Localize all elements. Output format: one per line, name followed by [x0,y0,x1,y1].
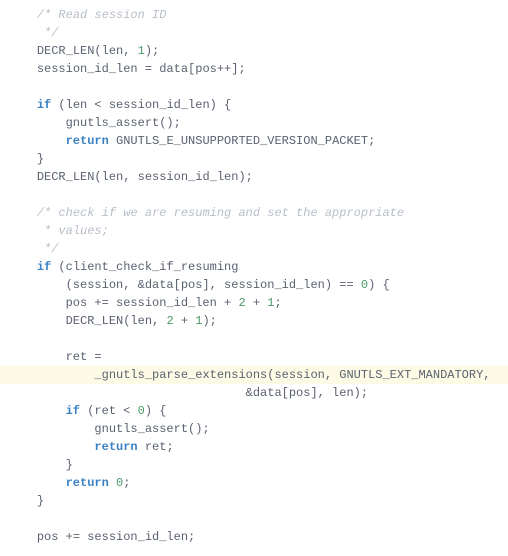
code-token [109,476,116,490]
code-token: (session, &data[pos], session_id_len) == [66,278,361,292]
code-token: if [66,404,80,418]
code-line: session_id_len = data[pos++]; [0,60,508,78]
code-token: } [37,494,44,508]
code-token: 0 [138,404,145,418]
code-line: */ [0,240,508,258]
code-token: if [37,98,51,112]
code-token: ret; [138,440,174,454]
code-token: pos += session_id_len + [66,296,239,310]
code-token: if [37,260,51,274]
code-line: DECR_LEN(len, 2 + 1); [0,312,508,330]
code-token: DECR_LEN(len, [37,44,138,58]
code-token: &data[pos], len); [238,386,368,400]
code-token: 2 [166,314,173,328]
code-token: ret = [66,350,102,364]
code-line [0,330,508,348]
code-line: return ret; [0,438,508,456]
code-block: /* Read session ID */ DECR_LEN(len, 1); … [0,0,508,556]
code-line: if (ret < 0) { [0,402,508,420]
code-token: } [37,152,44,166]
code-token: ); [202,314,216,328]
code-token: + [246,296,268,310]
code-token: _gnutls_parse_extensions(session, GNUTLS… [94,368,490,382]
code-token: /* Read session ID [37,8,167,22]
code-token: /* check if we are resuming and set the … [37,206,404,220]
code-line [0,78,508,96]
code-token: gnutls_assert(); [66,116,181,130]
code-token: 0 [361,278,368,292]
code-token: ); [145,44,159,58]
code-line: if (client_check_if_resuming [0,258,508,276]
code-line: */ [0,24,508,42]
code-line: pos += session_id_len; [0,528,508,546]
code-line [0,186,508,204]
code-line: /* Read session ID [0,6,508,24]
code-token: pos += session_id_len; [37,530,195,544]
code-line: ret = [0,348,508,366]
code-line: &data[pos], len); [0,384,508,402]
code-line: gnutls_assert(); [0,420,508,438]
code-token: DECR_LEN(len, [66,314,167,328]
code-token: DECR_LEN(len, session_id_len); [37,170,253,184]
code-line: gnutls_assert(); [0,114,508,132]
code-line [0,510,508,528]
code-line: (session, &data[pos], session_id_len) ==… [0,276,508,294]
code-token: return [66,134,109,148]
code-token: + [174,314,196,328]
code-line: return 0; [0,474,508,492]
code-token: return [66,476,109,490]
code-token: ) { [368,278,390,292]
code-token: GNUTLS_E_UNSUPPORTED_VERSION_PACKET; [109,134,375,148]
code-token: } [66,458,73,472]
code-token: (client_check_if_resuming [51,260,238,274]
code-token: (ret < [80,404,138,418]
code-line: /* check if we are resuming and set the … [0,204,508,222]
code-line: if (len < session_id_len) { [0,96,508,114]
code-line: } [0,150,508,168]
code-line: pos += session_id_len + 2 + 1; [0,294,508,312]
code-token: */ [37,242,59,256]
code-line: return GNUTLS_E_UNSUPPORTED_VERSION_PACK… [0,132,508,150]
code-token: ) { [145,404,167,418]
code-token: (len < session_id_len) { [51,98,231,112]
code-line: } [0,492,508,510]
code-line: DECR_LEN(len, 1); [0,42,508,60]
code-token: return [94,440,137,454]
code-line: * values; [0,222,508,240]
code-token: ; [123,476,130,490]
code-token: gnutls_assert(); [94,422,209,436]
code-token: 2 [238,296,245,310]
code-token: session_id_len = data[pos++]; [37,62,246,76]
code-token: * values; [37,224,116,238]
code-token: */ [37,26,59,40]
code-line: } [0,456,508,474]
code-token: 1 [138,44,145,58]
code-line: DECR_LEN(len, session_id_len); [0,168,508,186]
code-line: _gnutls_parse_extensions(session, GNUTLS… [0,366,508,384]
code-token: ; [274,296,281,310]
